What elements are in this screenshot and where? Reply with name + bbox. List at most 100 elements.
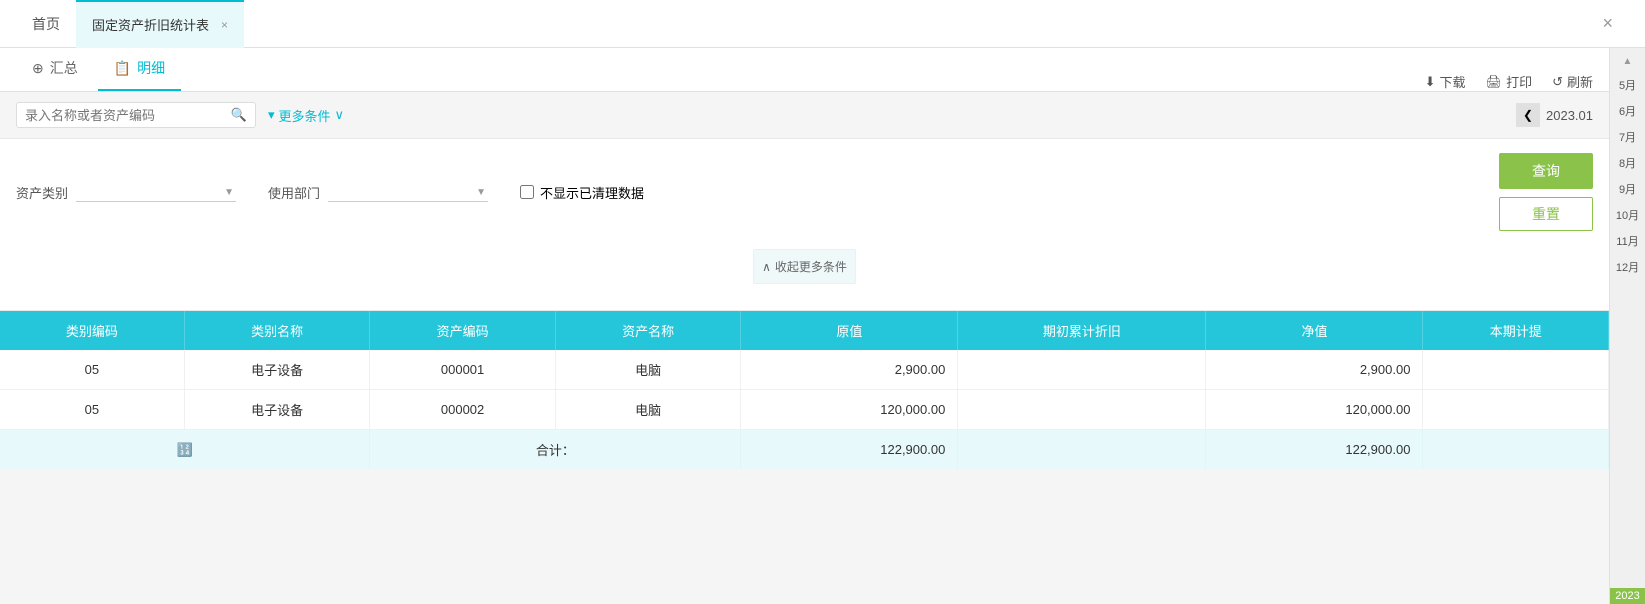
sidebar-month-5[interactable]: 5月 [1610, 73, 1645, 97]
tab-detail[interactable]: 📋 明细 [98, 47, 181, 91]
filter-panel: 资产类别 ▼ 使用部门 ▼ [0, 139, 1609, 311]
total-icon: 🔢 [177, 442, 193, 457]
col-asset-code: 资产编码 [370, 311, 556, 350]
total-initial-depreciation [958, 430, 1206, 470]
row2-category-code: 05 [0, 390, 184, 430]
date-prev-button[interactable]: ❮ [1516, 103, 1540, 127]
col-original-value: 原值 [741, 311, 958, 350]
table-row: 05 电子设备 000001 电脑 2,900.00 2,900.00 [0, 350, 1609, 390]
top-nav: 首页 固定资产折旧统计表 × × [0, 0, 1645, 48]
tab-close-icon[interactable]: × [221, 18, 228, 32]
query-button[interactable]: 查询 [1499, 153, 1593, 189]
total-label-cell: 合计： [370, 430, 741, 470]
download-button[interactable]: ⬇ 下载 [1425, 72, 1466, 91]
filter-row: 资产类别 ▼ 使用部门 ▼ [16, 153, 1593, 231]
sidebar-month-9[interactable]: 9月 [1610, 177, 1645, 201]
total-original-value: 122,900.00 [741, 430, 958, 470]
total-net-value: 122,900.00 [1206, 430, 1423, 470]
row2-category-name: 电子设备 [184, 390, 370, 430]
action-buttons: 查询 重置 [1499, 153, 1593, 231]
col-category-code: 类别编码 [0, 311, 184, 350]
asset-type-select[interactable] [76, 182, 236, 202]
row2-original-value: 120,000.00 [741, 390, 958, 430]
sidebar-month-7[interactable]: 7月 [1610, 125, 1645, 149]
collapse-label: 收起更多条件 [775, 258, 847, 275]
date-display: 2023.01 [1546, 108, 1593, 123]
table-body: 05 电子设备 000001 电脑 2,900.00 2,900.00 05 电… [0, 350, 1609, 430]
window-close-icon[interactable]: × [1586, 13, 1629, 34]
total-label: 合计： [536, 443, 575, 458]
table-footer: 🔢 合计： 122,900.00 122,900.00 [0, 430, 1609, 470]
search-icon[interactable]: 🔍 [231, 107, 247, 123]
sidebar-month-6[interactable]: 6月 [1610, 99, 1645, 123]
row2-net-value: 120,000.00 [1206, 390, 1423, 430]
row1-current-provision [1423, 350, 1609, 390]
summary-label: 汇总 [50, 58, 78, 78]
col-initial-depreciation: 期初累计折旧 [958, 311, 1206, 350]
filter-label: 更多条件 [279, 106, 331, 125]
main-content: ⊕ 汇总 📋 明细 ⬇ 下载 🖨 打印 ↺ 刷新 [0, 48, 1609, 469]
row2-initial-depreciation [958, 390, 1206, 430]
sidebar-month-12[interactable]: 12月 [1610, 255, 1645, 279]
download-icon: ⬇ [1425, 74, 1436, 90]
row1-initial-depreciation [958, 350, 1206, 390]
row1-category-name: 电子设备 [184, 350, 370, 390]
chevron-up-icon: ∧ [762, 260, 771, 274]
row1-category-code: 05 [0, 350, 184, 390]
collapse-center: ∧ 收起更多条件 [16, 241, 1593, 296]
hide-cleared-checkbox[interactable] [520, 185, 534, 199]
sidebar-month-8[interactable]: 8月 [1610, 151, 1645, 175]
asset-type-select-wrap: ▼ [76, 182, 236, 202]
tab-actions: ⬇ 下载 🖨 打印 ↺ 刷新 [1425, 72, 1593, 91]
year-badge[interactable]: 2023 [1610, 588, 1645, 604]
sidebar-scroll-up-icon[interactable]: ▲ [1623, 56, 1633, 67]
asset-type-field: 资产类别 ▼ [16, 182, 236, 202]
total-current-provision [1423, 430, 1609, 470]
col-category-name: 类别名称 [184, 311, 370, 350]
summary-icon: ⊕ [32, 60, 44, 77]
tab-summary[interactable]: ⊕ 汇总 [16, 47, 94, 91]
home-link[interactable]: 首页 [16, 14, 76, 34]
refresh-button[interactable]: ↺ 刷新 [1552, 72, 1593, 91]
row1-net-value: 2,900.00 [1206, 350, 1423, 390]
total-row: 🔢 合计： 122,900.00 122,900.00 [0, 430, 1609, 470]
refresh-label: 刷新 [1567, 72, 1593, 91]
hide-cleared-label: 不显示已清理数据 [540, 183, 644, 202]
tab-bar: ⊕ 汇总 📋 明细 ⬇ 下载 🖨 打印 ↺ 刷新 [0, 48, 1609, 92]
search-input[interactable] [25, 108, 225, 123]
department-select[interactable] [328, 182, 488, 202]
sidebar-month-11[interactable]: 11月 [1610, 229, 1645, 253]
filter-icon: ▾ [268, 107, 275, 123]
refresh-icon: ↺ [1552, 74, 1563, 90]
asset-type-label: 资产类别 [16, 183, 68, 202]
hide-cleared-wrap: 不显示已清理数据 [520, 183, 644, 202]
row1-asset-code: 000001 [370, 350, 556, 390]
right-sidebar: ▲ 5月 6月 7月 8月 9月 10月 11月 12月 2023 [1609, 48, 1645, 604]
sidebar-month-10[interactable]: 10月 [1610, 203, 1645, 227]
chevron-down-icon: ∨ [335, 107, 345, 123]
detail-icon: 📋 [114, 60, 131, 77]
department-field: 使用部门 ▼ [268, 182, 488, 202]
row1-original-value: 2,900.00 [741, 350, 958, 390]
collapse-button[interactable]: ∧ 收起更多条件 [753, 249, 856, 284]
table-row: 05 电子设备 000002 电脑 120,000.00 120,000.00 [0, 390, 1609, 430]
detail-label: 明细 [137, 58, 165, 78]
print-icon: 🖨 [1486, 74, 1503, 90]
col-asset-name: 资产名称 [555, 311, 741, 350]
tab-title: 固定资产折旧统计表 [92, 15, 209, 34]
table-container: 类别编码 类别名称 资产编码 资产名称 原值 期初累计折旧 净值 本期计提 05… [0, 311, 1609, 469]
search-input-wrap: 🔍 [16, 102, 256, 128]
row2-asset-code: 000002 [370, 390, 556, 430]
print-button[interactable]: 🖨 打印 [1486, 72, 1533, 91]
data-table: 类别编码 类别名称 资产编码 资产名称 原值 期初累计折旧 净值 本期计提 05… [0, 311, 1609, 469]
download-label: 下载 [1440, 72, 1466, 91]
print-label: 打印 [1506, 72, 1532, 91]
row2-asset-name: 电脑 [555, 390, 741, 430]
row2-current-provision [1423, 390, 1609, 430]
department-label: 使用部门 [268, 183, 320, 202]
active-tab: 固定资产折旧统计表 × [76, 0, 244, 48]
search-bar: 🔍 ▾ 更多条件 ∨ ❮ 2023.01 [0, 92, 1609, 139]
total-icon-cell: 🔢 [0, 430, 370, 470]
reset-button[interactable]: 重置 [1499, 197, 1593, 231]
filter-button[interactable]: ▾ 更多条件 ∨ [268, 106, 344, 125]
